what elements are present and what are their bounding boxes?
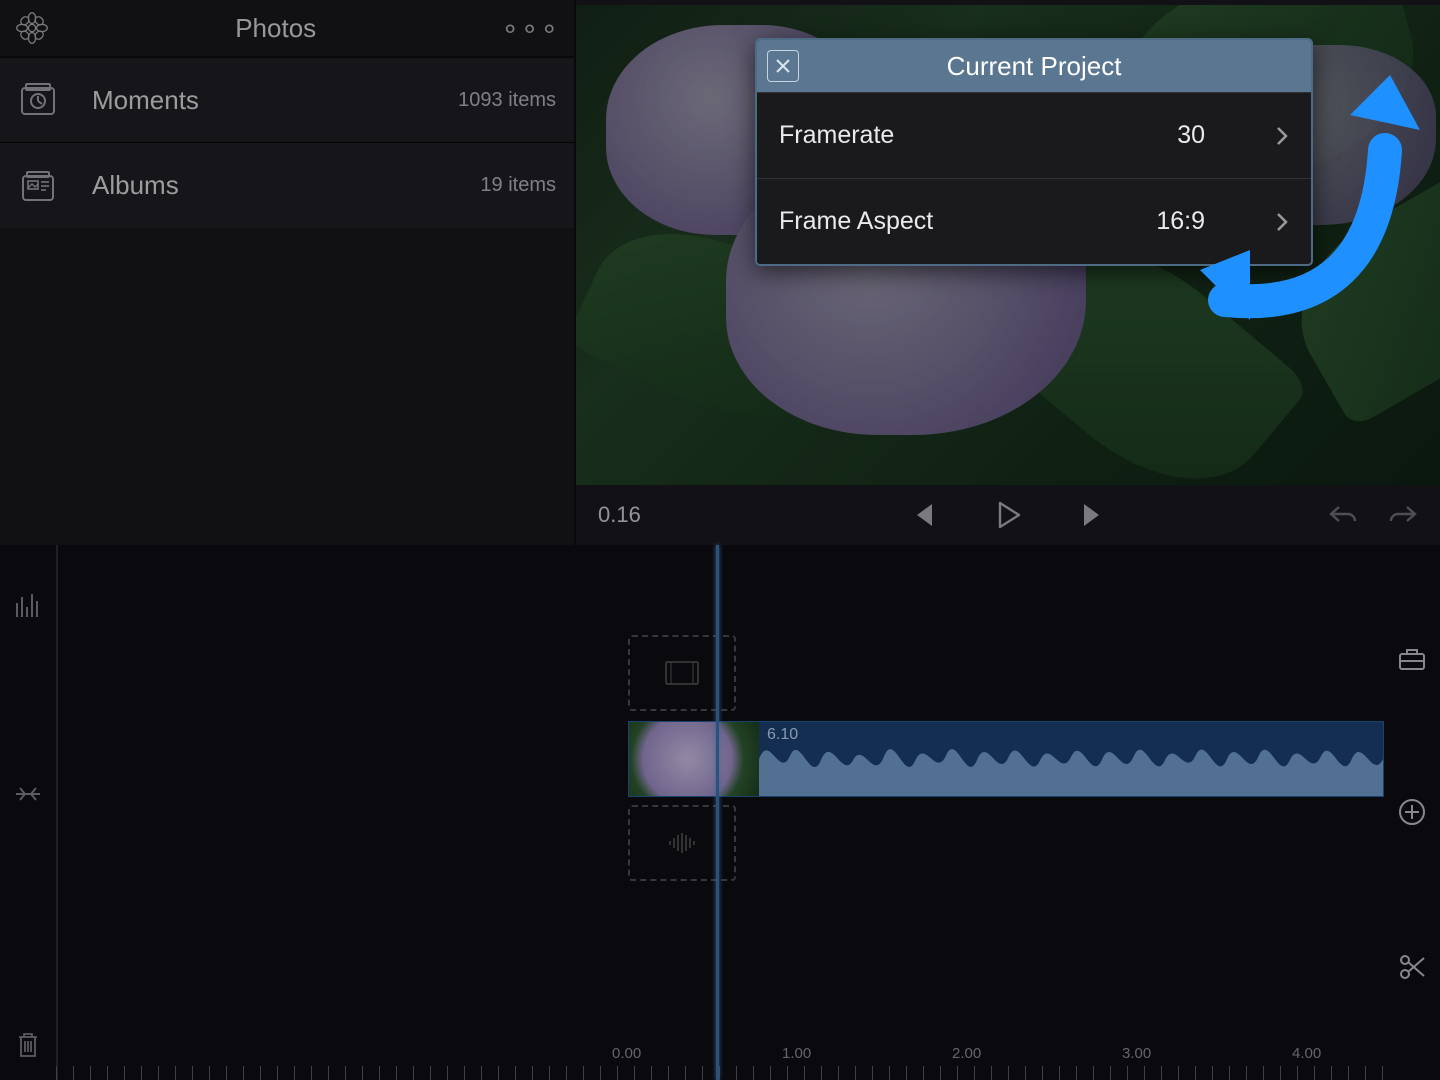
source-row-count: 19 items	[480, 174, 556, 197]
clip-thumbnail	[629, 722, 759, 796]
scissors-cut-icon[interactable]	[1397, 952, 1427, 982]
timeline-left-rail	[0, 545, 56, 1080]
popup-row-aspect[interactable]: Frame Aspect 16:9	[757, 178, 1311, 264]
video-slot-icon	[665, 661, 699, 685]
popup-row-framerate[interactable]: Framerate 30	[757, 92, 1311, 178]
prev-frame-icon[interactable]	[907, 500, 937, 530]
undo-icon[interactable]	[1328, 502, 1358, 528]
ruler-label: 2.00	[952, 1045, 981, 1062]
chevron-right-icon	[1275, 125, 1289, 147]
timeline-ruler[interactable]: 0.00 1.00 2.00 3.00 4.00	[56, 1040, 1384, 1080]
timeline-tracks[interactable]: 6.10	[56, 545, 1384, 1040]
popup-header: Current Project	[757, 40, 1311, 92]
ruler-label: 1.00	[782, 1045, 811, 1062]
ruler-label: 3.00	[1122, 1045, 1151, 1062]
source-header: Photos ∘∘∘	[0, 0, 574, 56]
video-clip[interactable]: 6.10	[628, 721, 1384, 797]
ruler-label: 4.00	[1292, 1045, 1321, 1062]
timeline-panel: 6.10 0.00 1.00 2.00 3.00 4.00	[0, 545, 1440, 1080]
toolbox-icon[interactable]	[1397, 643, 1427, 673]
source-title: Photos	[50, 13, 501, 44]
transport-bar: 0.16	[576, 485, 1440, 545]
current-project-popup: Current Project Framerate 30 Frame Aspec…	[755, 38, 1313, 266]
close-icon	[774, 57, 792, 75]
ruler-label: 0.00	[612, 1045, 641, 1062]
moments-icon	[18, 80, 58, 120]
popup-row-label: Frame Aspect	[779, 207, 933, 236]
more-options-icon[interactable]: ∘∘∘	[501, 12, 560, 45]
add-track-icon[interactable]	[1397, 797, 1427, 827]
popup-title: Current Project	[799, 51, 1269, 82]
empty-audio-slot[interactable]	[628, 805, 736, 881]
play-icon[interactable]	[993, 500, 1023, 530]
popup-row-value: 30	[1177, 121, 1205, 150]
audio-levels-icon[interactable]	[13, 589, 43, 619]
redo-icon[interactable]	[1388, 502, 1418, 528]
source-row-count: 1093 items	[458, 89, 556, 112]
clip-duration: 6.10	[767, 726, 798, 744]
source-panel: Photos ∘∘∘ Moments 1093 items Albums 19 …	[0, 0, 574, 545]
empty-video-slot[interactable]	[628, 635, 736, 711]
next-frame-icon[interactable]	[1079, 500, 1109, 530]
source-row-moments[interactable]: Moments 1093 items	[0, 56, 574, 142]
source-row-label: Albums	[92, 170, 179, 201]
source-row-label: Moments	[92, 85, 199, 116]
source-row-albums[interactable]: Albums 19 items	[0, 142, 574, 228]
playhead[interactable]	[716, 545, 719, 1080]
chevron-right-icon	[1275, 211, 1289, 233]
track-link-icon[interactable]	[13, 779, 43, 809]
trash-icon[interactable]	[13, 1029, 43, 1059]
albums-icon	[18, 166, 58, 206]
popup-row-label: Framerate	[779, 121, 894, 150]
popup-row-value: 16:9	[1156, 207, 1205, 236]
popup-close-button[interactable]	[767, 50, 799, 82]
timeline-right-rail	[1384, 545, 1440, 1080]
audio-slot-icon	[665, 831, 699, 855]
clip-audio-waveform: 6.10	[759, 722, 1383, 796]
timecode: 0.16	[598, 502, 641, 528]
photos-app-icon	[14, 10, 50, 46]
